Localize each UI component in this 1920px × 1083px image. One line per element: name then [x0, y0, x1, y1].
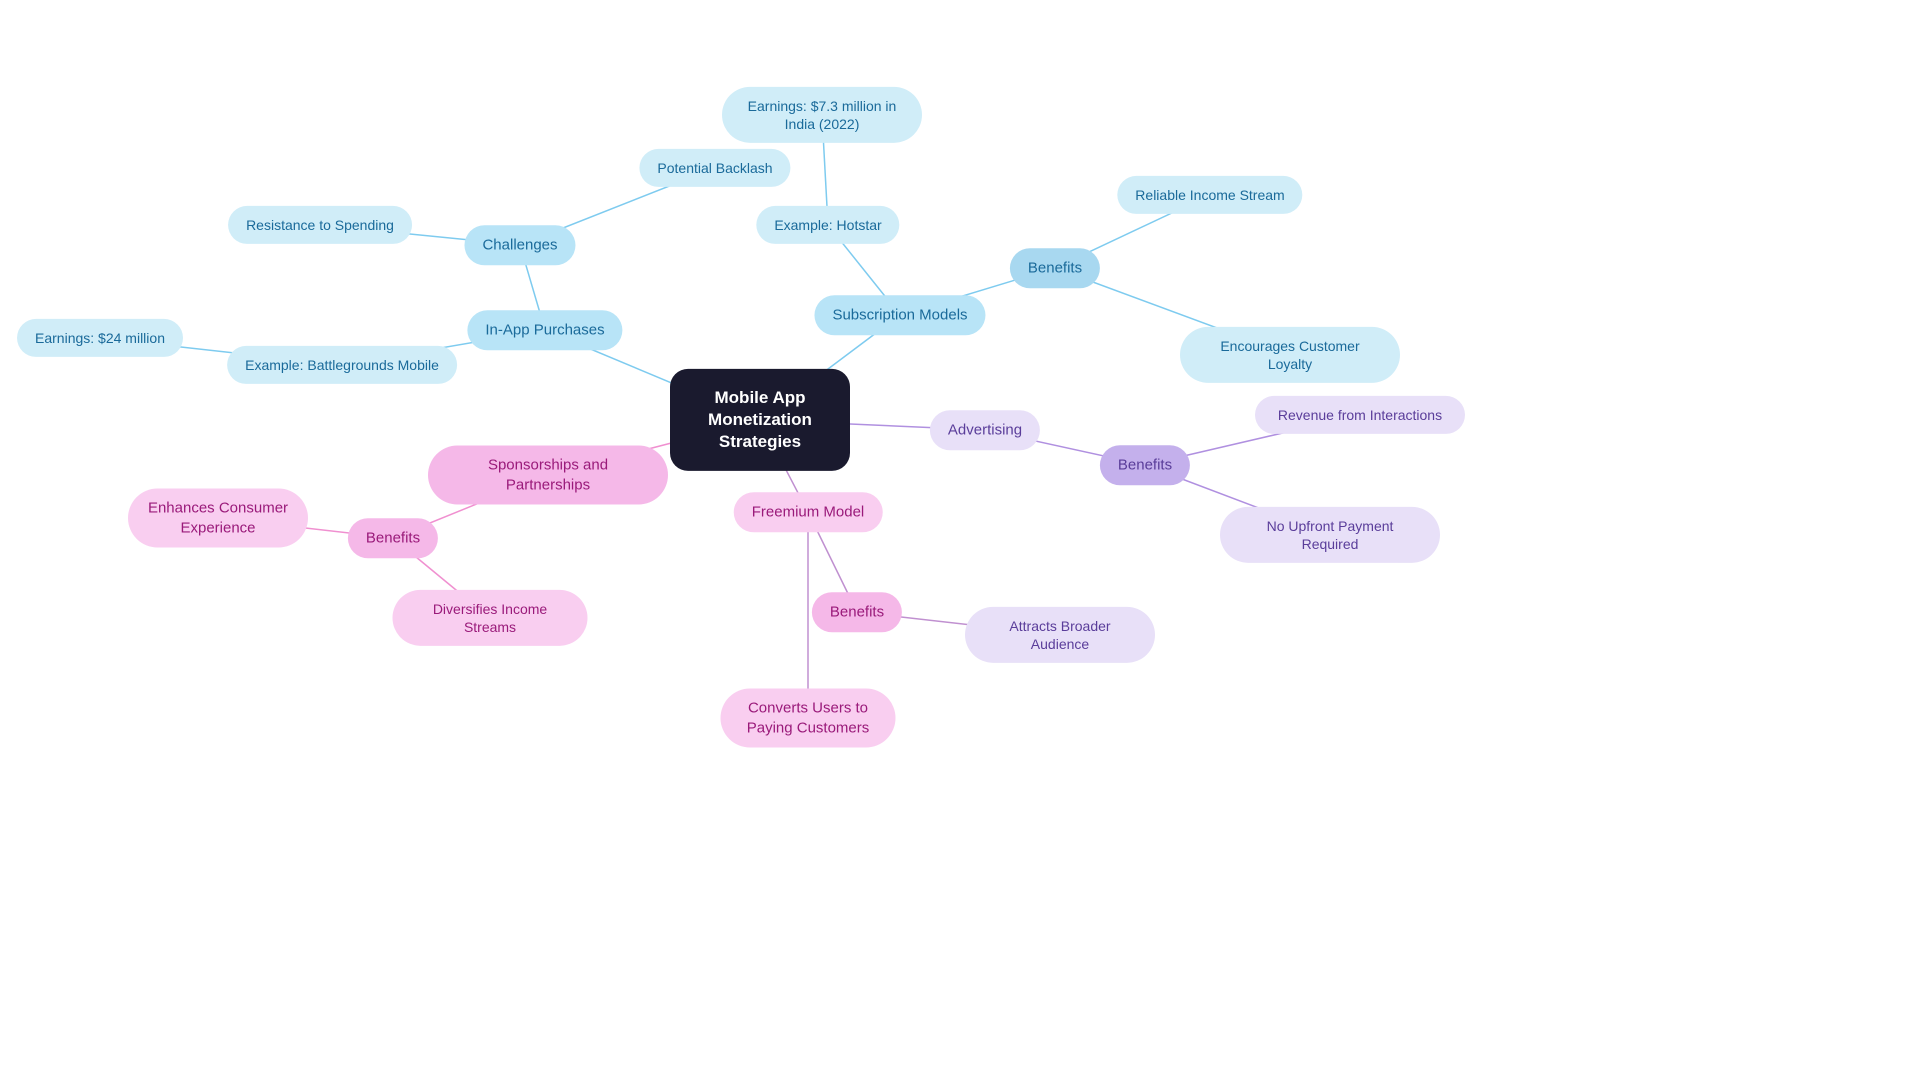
diversifies-income-node: Diversifies Income Streams: [393, 590, 588, 646]
enhances-consumer-node: Enhances Consumer Experience: [128, 489, 308, 548]
potential-backlash-label: Potential Backlash: [657, 159, 772, 177]
in-app-purchases-label: In-App Purchases: [485, 320, 604, 340]
benefits-sponsor-label: Benefits: [366, 528, 420, 548]
advertising-node: Advertising: [930, 410, 1040, 450]
reliable-income-node: Reliable Income Stream: [1117, 176, 1302, 214]
benefits-freemium-label: Benefits: [830, 602, 884, 622]
advertising-label: Advertising: [948, 420, 1022, 440]
enhances-consumer-label: Enhances Consumer Experience: [146, 499, 290, 538]
subscription-models-node: Subscription Models: [814, 295, 985, 335]
potential-backlash-node: Potential Backlash: [639, 149, 790, 187]
resistance-spending-node: Resistance to Spending: [228, 206, 412, 244]
encourages-loyalty-label: Encourages Customer Loyalty: [1198, 337, 1382, 373]
center-label: Mobile App Monetization Strategies: [690, 387, 830, 453]
diversifies-income-label: Diversifies Income Streams: [411, 600, 570, 636]
example-hotstar-label: Example: Hotstar: [774, 216, 881, 234]
benefits-sub-label: Benefits: [1028, 258, 1082, 278]
converts-users-node: Converts Users to Paying Customers: [721, 689, 896, 748]
revenue-interactions-node: Revenue from Interactions: [1255, 396, 1465, 434]
earnings-73m-label: Earnings: $7.3 million in India (2022): [740, 97, 904, 133]
subscription-models-label: Subscription Models: [832, 305, 967, 325]
example-battlegrounds-label: Example: Battlegrounds Mobile: [245, 356, 439, 374]
example-hotstar-node: Example: Hotstar: [756, 206, 899, 244]
benefits-sponsor-node: Benefits: [348, 518, 438, 558]
revenue-interactions-label: Revenue from Interactions: [1278, 406, 1442, 424]
earnings-24m-label: Earnings: $24 million: [35, 329, 165, 347]
resistance-spending-label: Resistance to Spending: [246, 216, 394, 234]
earnings-73m-node: Earnings: $7.3 million in India (2022): [722, 87, 922, 143]
sponsorships-label: Sponsorships and Partnerships: [446, 456, 650, 495]
no-upfront-node: No Upfront Payment Required: [1220, 507, 1440, 563]
benefits-sub-node: Benefits: [1010, 248, 1100, 288]
benefits-freemium-node: Benefits: [812, 592, 902, 632]
encourages-loyalty-node: Encourages Customer Loyalty: [1180, 327, 1400, 383]
benefits-adv-label: Benefits: [1118, 455, 1172, 475]
in-app-purchases-node: In-App Purchases: [467, 310, 622, 350]
converts-users-label: Converts Users to Paying Customers: [739, 699, 878, 738]
challenges-node: Challenges: [464, 225, 575, 265]
challenges-label: Challenges: [482, 235, 557, 255]
example-battlegrounds-node: Example: Battlegrounds Mobile: [227, 346, 457, 384]
sponsorships-node: Sponsorships and Partnerships: [428, 446, 668, 505]
no-upfront-label: No Upfront Payment Required: [1238, 517, 1422, 553]
attracts-broader-node: Attracts Broader Audience: [965, 607, 1155, 663]
earnings-24m-node: Earnings: $24 million: [17, 319, 183, 357]
freemium-model-node: Freemium Model: [734, 492, 883, 532]
attracts-broader-label: Attracts Broader Audience: [983, 617, 1137, 653]
reliable-income-label: Reliable Income Stream: [1135, 186, 1284, 204]
benefits-adv-node: Benefits: [1100, 445, 1190, 485]
center-node: Mobile App Monetization Strategies: [670, 369, 850, 471]
freemium-model-label: Freemium Model: [752, 502, 865, 522]
